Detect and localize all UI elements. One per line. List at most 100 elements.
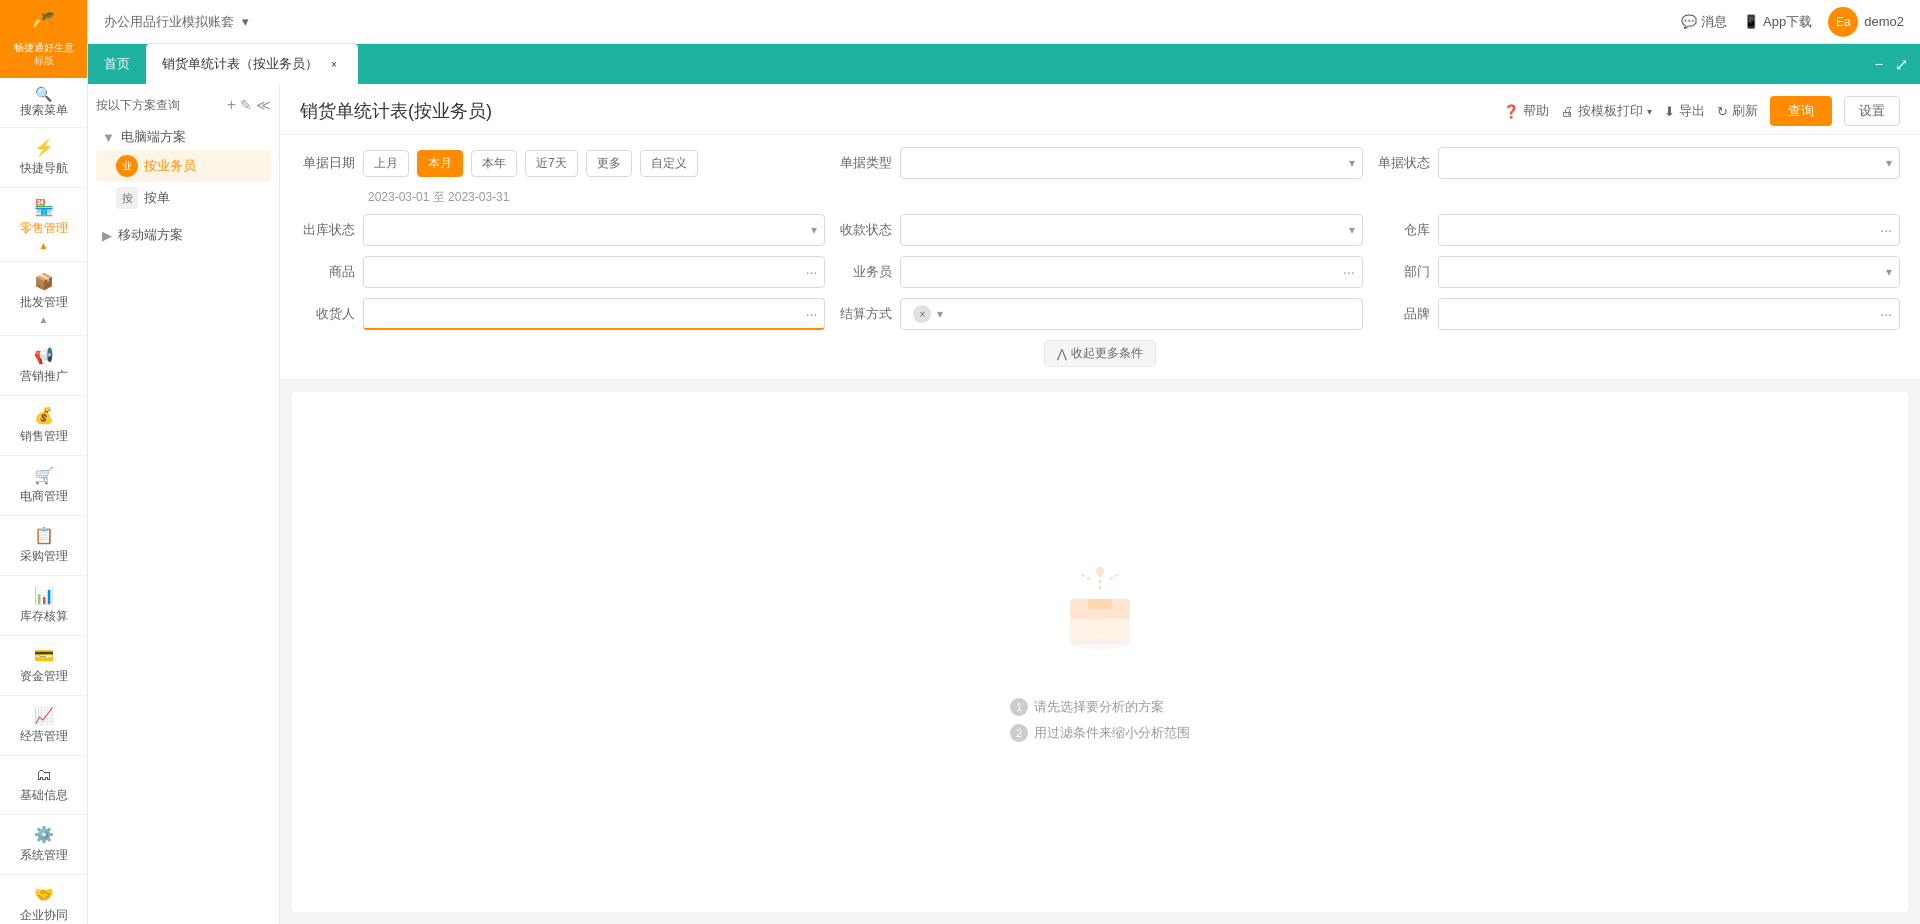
message-btn[interactable]: 💬 消息	[1681, 13, 1727, 31]
filter-area: 单据日期 上月 本月 本年 近7天 更多 自定义	[280, 135, 1920, 380]
sidebar-item-system[interactable]: ⚙️ 系统管理	[0, 815, 87, 875]
export-btn[interactable]: ⬇ 导出	[1664, 102, 1705, 120]
receive-status-select[interactable]	[900, 214, 1362, 246]
add-scheme-icon[interactable]: +	[227, 96, 236, 114]
date-btn-more[interactable]: 更多	[586, 150, 632, 177]
dept-select[interactable]	[1438, 256, 1900, 288]
edit-scheme-icon[interactable]: ✎	[240, 97, 252, 113]
warehouse-input[interactable]	[1438, 214, 1900, 246]
tab-maximize-icon[interactable]: ⤢	[1895, 55, 1908, 74]
app-download-btn[interactable]: 📱 App下载	[1743, 13, 1812, 31]
date-btn-last-month[interactable]: 上月	[363, 150, 409, 177]
finance-icon: 💳	[34, 646, 54, 665]
user-name: demo2	[1864, 14, 1904, 29]
sidebar-item-retail[interactable]: 🏪 零售管理 ▲	[0, 188, 87, 262]
filter-cell-order-type: 单据类型 ▾	[837, 147, 1362, 179]
collapse-panel-icon[interactable]: ≪	[256, 97, 271, 113]
settlement-clear-icon[interactable]: ×	[913, 305, 931, 323]
salesperson-label: 业务员	[837, 263, 892, 281]
settings-button[interactable]: 设置	[1844, 96, 1900, 126]
scheme-item-order[interactable]: 按 按单	[96, 182, 271, 214]
sidebar: 🍊 畅捷通好生意 标版 🔍 搜索菜单 ⚡ 快捷导航 🏪 零售管理 ▲ 📦 批发管…	[0, 0, 88, 924]
brand-label: 品牌	[1375, 305, 1430, 323]
empty-illustration	[1050, 559, 1150, 659]
tab-home[interactable]: 首页	[88, 44, 146, 84]
svg-line-6	[1110, 574, 1120, 579]
salesperson-input[interactable]	[900, 256, 1362, 288]
sidebar-item-operation[interactable]: 📈 经营管理	[0, 696, 87, 756]
query-button[interactable]: 查询	[1770, 96, 1832, 126]
breadcrumb-text[interactable]: 办公用品行业模拟账套	[104, 13, 234, 31]
sidebar-item-marketing[interactable]: 📢 营销推广	[0, 336, 87, 396]
date-btn-this-year[interactable]: 本年	[471, 150, 517, 177]
sidebar-item-collab[interactable]: 🤝 企业协同	[0, 875, 87, 924]
breadcrumb-arrow[interactable]: ▾	[242, 14, 249, 29]
date-range-display: 2023-03-01 至 2023-03-31	[300, 189, 1900, 214]
purchase-icon: 📋	[34, 526, 54, 545]
app-logo[interactable]: 🍊 畅捷通好生意 标版	[0, 0, 87, 78]
collapse-arrow-icon: ⋀	[1057, 347, 1067, 361]
collapse-btn[interactable]: ⋀ 收起更多条件	[1044, 340, 1156, 367]
print-btn[interactable]: 🖨 按模板打印 ▾	[1561, 102, 1652, 120]
tab-close-icon[interactable]: ×	[326, 56, 342, 72]
quick-nav-icon: ⚡	[34, 138, 54, 157]
goods-dots[interactable]: ···	[806, 264, 818, 280]
date-btn-this-month[interactable]: 本月	[417, 150, 463, 177]
basic-icon: 🗂	[36, 766, 52, 784]
tip-text-1: 请先选择要分析的方案	[1034, 694, 1164, 720]
date-filter: 上月 本月 本年 近7天 更多 自定义	[363, 150, 698, 177]
settlement-chevron: ▾	[937, 307, 943, 321]
consignee-dots[interactable]: ···	[806, 306, 818, 322]
user-info[interactable]: Ea demo2	[1828, 7, 1904, 37]
ecommerce-icon: 🛒	[34, 466, 54, 485]
sidebar-item-finance[interactable]: 💳 资金管理	[0, 636, 87, 696]
goods-input[interactable]	[363, 256, 825, 288]
message-icon: 💬	[1681, 14, 1697, 29]
help-btn[interactable]: ❓ 帮助	[1503, 102, 1549, 120]
tab-minimize-icon[interactable]: －	[1871, 54, 1887, 75]
operation-icon: 📈	[34, 706, 54, 725]
mobile-group-header[interactable]: ▶ 移动端方案	[96, 222, 271, 248]
quick-nav-label: 快捷导航	[20, 160, 68, 177]
order-type-control: ▾	[900, 147, 1362, 179]
out-status-select[interactable]	[363, 214, 825, 246]
filter-cell-dept: 部门 ▾	[1375, 256, 1900, 288]
brand-dots[interactable]: ···	[1880, 306, 1892, 322]
order-type-select[interactable]	[900, 147, 1362, 179]
order-status-select[interactable]	[1438, 147, 1900, 179]
warehouse-dots[interactable]: ···	[1880, 222, 1892, 238]
filter-row-2: 出库状态 ▾ 收款状态	[300, 214, 1900, 246]
salesperson-control: ···	[900, 256, 1362, 288]
page-header: 销货单统计表(按业务员) ❓ 帮助 🖨 按模板打印 ▾ ⬇ 导出	[280, 84, 1920, 135]
date-btn-7days[interactable]: 近7天	[525, 150, 578, 177]
desktop-group-arrow: ▼	[102, 130, 115, 145]
dept-label: 部门	[1375, 263, 1430, 281]
refresh-btn[interactable]: ↻ 刷新	[1717, 102, 1758, 120]
tab-active[interactable]: 销货单统计表（按业务员） ×	[146, 44, 358, 84]
system-icon: ⚙️	[34, 825, 54, 844]
scheme-item-salesperson[interactable]: 业 按业务员	[96, 150, 271, 182]
sidebar-item-wholesale[interactable]: 📦 批发管理 ▲	[0, 262, 87, 336]
refresh-icon: ↻	[1717, 104, 1728, 119]
consignee-input[interactable]	[363, 298, 825, 330]
salesperson-dots[interactable]: ···	[1343, 264, 1355, 280]
sidebar-item-purchase[interactable]: 📋 采购管理	[0, 516, 87, 576]
date-label: 单据日期	[300, 154, 355, 172]
brand-input[interactable]	[1438, 298, 1900, 330]
consignee-label: 收货人	[300, 305, 355, 323]
sidebar-item-sales[interactable]: 💰 销售管理	[0, 396, 87, 456]
date-btn-custom[interactable]: 自定义	[640, 150, 698, 177]
sidebar-quick-nav[interactable]: ⚡ 快捷导航	[0, 128, 87, 188]
empty-tips: 1 请先选择要分析的方案 2 用过滤条件来缩小分析范围	[1010, 694, 1190, 746]
tip-num-1: 1	[1010, 698, 1028, 716]
sidebar-item-basic[interactable]: 🗂 基础信息	[0, 756, 87, 815]
sidebar-item-inventory[interactable]: 📊 库存核算	[0, 576, 87, 636]
user-avatar: Ea	[1828, 7, 1858, 37]
desktop-group-header[interactable]: ▼ 电脑端方案	[96, 124, 271, 150]
header-left: 办公用品行业模拟账套 ▾	[104, 13, 249, 31]
header-right: 💬 消息 📱 App下载 Ea demo2	[1681, 7, 1904, 37]
sidebar-search[interactable]: 🔍 搜索菜单	[0, 78, 87, 128]
sidebar-item-ecommerce[interactable]: 🛒 电商管理	[0, 456, 87, 516]
app-title: 畅捷通好生意	[5, 41, 82, 54]
filter-row-1: 单据日期 上月 本月 本年 近7天 更多 自定义	[300, 147, 1900, 179]
